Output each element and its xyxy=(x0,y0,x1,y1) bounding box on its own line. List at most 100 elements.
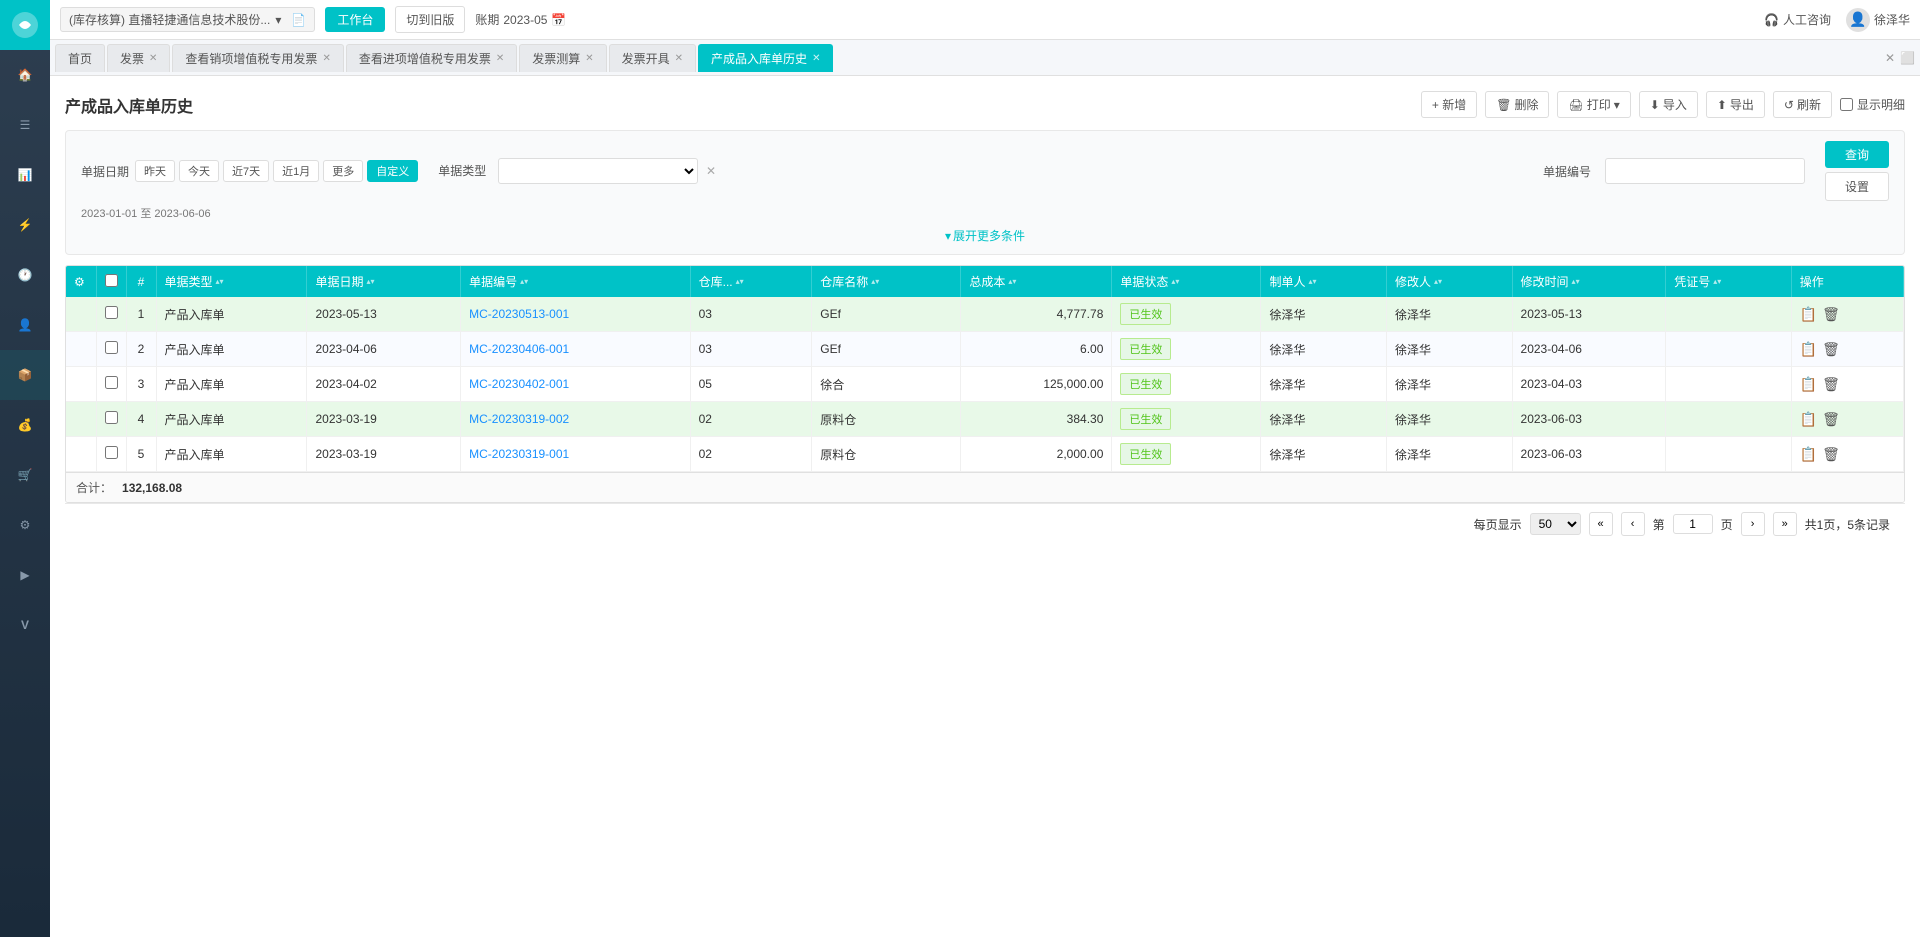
tab-invoice[interactable]: 发票 ✕ xyxy=(107,44,170,72)
row-docno-3: MC-20230319-002 xyxy=(461,402,691,437)
sidebar-item-analysis[interactable]: ⚡ xyxy=(0,200,50,250)
display-cols-checkbox[interactable] xyxy=(1840,98,1853,111)
refresh-button[interactable]: ↺ 刷新 xyxy=(1773,91,1832,118)
row-status-0: 已生效 xyxy=(1112,297,1261,332)
row-select-3[interactable] xyxy=(105,411,118,424)
switch-button[interactable]: 切到旧版 xyxy=(395,6,465,33)
delete-button[interactable]: 🗑 删除 xyxy=(1485,91,1549,118)
doctype-clear-icon[interactable]: ✕ xyxy=(706,164,716,178)
tab-close-all-icon[interactable]: ✕ xyxy=(1885,51,1895,65)
tab-view-purchase-vat[interactable]: 查看进项增值税专用发票 ✕ xyxy=(346,44,517,72)
refresh-label: 刷新 xyxy=(1797,96,1821,113)
row-delete-icon-3[interactable]: 🗑 xyxy=(1822,411,1840,428)
docno-input[interactable] xyxy=(1605,158,1805,184)
sidebar-item-inventory[interactable]: 📦 xyxy=(0,350,50,400)
row-docno-4: MC-20230319-001 xyxy=(461,437,691,472)
calendar-icon[interactable]: 📅 xyxy=(551,13,566,27)
row-docno-link-2[interactable]: MC-20230402-001 xyxy=(469,377,569,391)
col-creator-sort[interactable]: ▴▾ xyxy=(1308,277,1316,286)
shortcut-custom[interactable]: 自定义 xyxy=(367,160,418,182)
first-page-button[interactable]: « xyxy=(1589,512,1613,536)
row-delete-icon-2[interactable]: 🗑 xyxy=(1822,376,1840,393)
shortcut-1month[interactable]: 近1月 xyxy=(273,160,319,182)
col-doctype-sort[interactable]: ▴▾ xyxy=(216,277,224,286)
last-page-button[interactable]: » xyxy=(1773,512,1797,536)
tab-invoice-calc[interactable]: 发票测算 ✕ xyxy=(519,44,606,72)
tab-invoice-open[interactable]: 发票开具 ✕ xyxy=(609,44,696,72)
tab-invoice-open-close[interactable]: ✕ xyxy=(675,53,683,64)
row-docno-link-3[interactable]: MC-20230319-002 xyxy=(469,412,569,426)
col-docno-sort[interactable]: ▴▾ xyxy=(520,277,528,286)
tab-product-inbound[interactable]: 产成品入库单历史 ✕ xyxy=(698,44,833,72)
tab-invoice-close[interactable]: ✕ xyxy=(149,53,157,64)
col-modifier-sort[interactable]: ▴▾ xyxy=(1434,277,1442,286)
row-edit-icon-0[interactable]: 📋 xyxy=(1800,306,1817,323)
sidebar-item-settings[interactable]: ⚙ xyxy=(0,500,50,550)
col-status-sort[interactable]: ▴▾ xyxy=(1171,277,1179,286)
shortcut-yesterday[interactable]: 昨天 xyxy=(135,160,175,182)
next-page-button[interactable]: › xyxy=(1741,512,1765,536)
tab-view-purchase-vat-close[interactable]: ✕ xyxy=(496,53,504,64)
page-label-post: 页 xyxy=(1721,516,1733,533)
expand-button[interactable]: ▾ 展开更多条件 xyxy=(945,227,1025,244)
row-edit-icon-1[interactable]: 📋 xyxy=(1800,341,1817,358)
user-profile[interactable]: 👤 徐泽华 xyxy=(1846,8,1910,32)
select-all-checkbox[interactable] xyxy=(105,274,118,287)
import-button[interactable]: ⬇ 导入 xyxy=(1639,91,1698,118)
tab-invoice-open-label: 发票开具 xyxy=(622,50,670,67)
tab-maximize-icon[interactable]: ⬜ xyxy=(1900,51,1915,65)
row-select-4[interactable] xyxy=(105,446,118,459)
col-docdate-sort[interactable]: ▴▾ xyxy=(366,277,374,286)
tab-product-inbound-close[interactable]: ✕ xyxy=(812,53,820,64)
shortcut-more[interactable]: 更多 xyxy=(323,160,363,182)
row-delete-icon-0[interactable]: 🗑 xyxy=(1822,306,1840,323)
page-size-select[interactable]: 50 100 200 xyxy=(1530,513,1581,535)
sidebar-item-doc[interactable]: ☰ xyxy=(0,100,50,150)
column-settings-icon[interactable]: ⚙ xyxy=(74,275,85,289)
sidebar-item-person[interactable]: 👤 xyxy=(0,300,50,350)
sidebar-item-cart[interactable]: 🛒 xyxy=(0,450,50,500)
sidebar-item-clock[interactable]: 🕐 xyxy=(0,250,50,300)
shortcut-today[interactable]: 今天 xyxy=(179,160,219,182)
row-delete-icon-4[interactable]: 🗑 xyxy=(1822,446,1840,463)
app-title-dropdown-icon[interactable]: ▾ xyxy=(275,13,281,27)
row-select-2[interactable] xyxy=(105,376,118,389)
col-whcode-sort[interactable]: ▴▾ xyxy=(736,277,744,286)
sidebar-item-play[interactable]: ▶ xyxy=(0,550,50,600)
sidebar-item-finance[interactable]: 💰 xyxy=(0,400,50,450)
tab-view-sale-vat-close[interactable]: ✕ xyxy=(322,53,330,64)
print-button[interactable]: 🖨 打印 ▾ xyxy=(1557,91,1630,118)
col-cost-sort[interactable]: ▴▾ xyxy=(1008,277,1016,286)
page-number-input[interactable] xyxy=(1673,514,1713,534)
sidebar-item-v[interactable]: V xyxy=(0,600,50,650)
tab-invoice-calc-close[interactable]: ✕ xyxy=(585,53,593,64)
new-button[interactable]: + 新增 xyxy=(1421,91,1477,118)
row-edit-icon-2[interactable]: 📋 xyxy=(1800,376,1817,393)
row-edit-icon-4[interactable]: 📋 xyxy=(1800,446,1817,463)
col-voucher-sort[interactable]: ▴▾ xyxy=(1713,277,1721,286)
query-button[interactable]: 查询 xyxy=(1825,141,1889,168)
tab-home[interactable]: 首页 xyxy=(55,44,105,72)
sidebar-item-chart[interactable]: 📊 xyxy=(0,150,50,200)
row-select-1[interactable] xyxy=(105,341,118,354)
table-header-row: ⚙ # 单据类型 ▴▾ xyxy=(66,266,1904,297)
col-whname-sort[interactable]: ▴▾ xyxy=(871,277,879,286)
row-edit-icon-3[interactable]: 📋 xyxy=(1800,411,1817,428)
tab-view-sale-vat[interactable]: 查看销项增值税专用发票 ✕ xyxy=(172,44,343,72)
doctype-select[interactable] xyxy=(498,158,698,184)
row-docno-link-1[interactable]: MC-20230406-001 xyxy=(469,342,569,356)
row-docno-link-0[interactable]: MC-20230513-001 xyxy=(469,307,569,321)
sidebar-item-home[interactable]: 🏠 xyxy=(0,50,50,100)
shortcut-7days[interactable]: 近7天 xyxy=(223,160,269,182)
row-select-0[interactable] xyxy=(105,306,118,319)
user-service[interactable]: 🎧 人工咨询 xyxy=(1764,11,1831,28)
display-cols-check[interactable]: 显示明细 xyxy=(1840,96,1905,113)
prev-page-button[interactable]: ‹ xyxy=(1621,512,1645,536)
settings-button[interactable]: 设置 xyxy=(1825,172,1889,201)
workbench-button[interactable]: 工作台 xyxy=(325,7,385,32)
row-docno-link-4[interactable]: MC-20230319-001 xyxy=(469,447,569,461)
row-voucher-2 xyxy=(1666,367,1792,402)
export-button[interactable]: ⬆ 导出 xyxy=(1706,91,1765,118)
col-modtime-sort[interactable]: ▴▾ xyxy=(1572,277,1580,286)
row-delete-icon-1[interactable]: 🗑 xyxy=(1822,341,1840,358)
